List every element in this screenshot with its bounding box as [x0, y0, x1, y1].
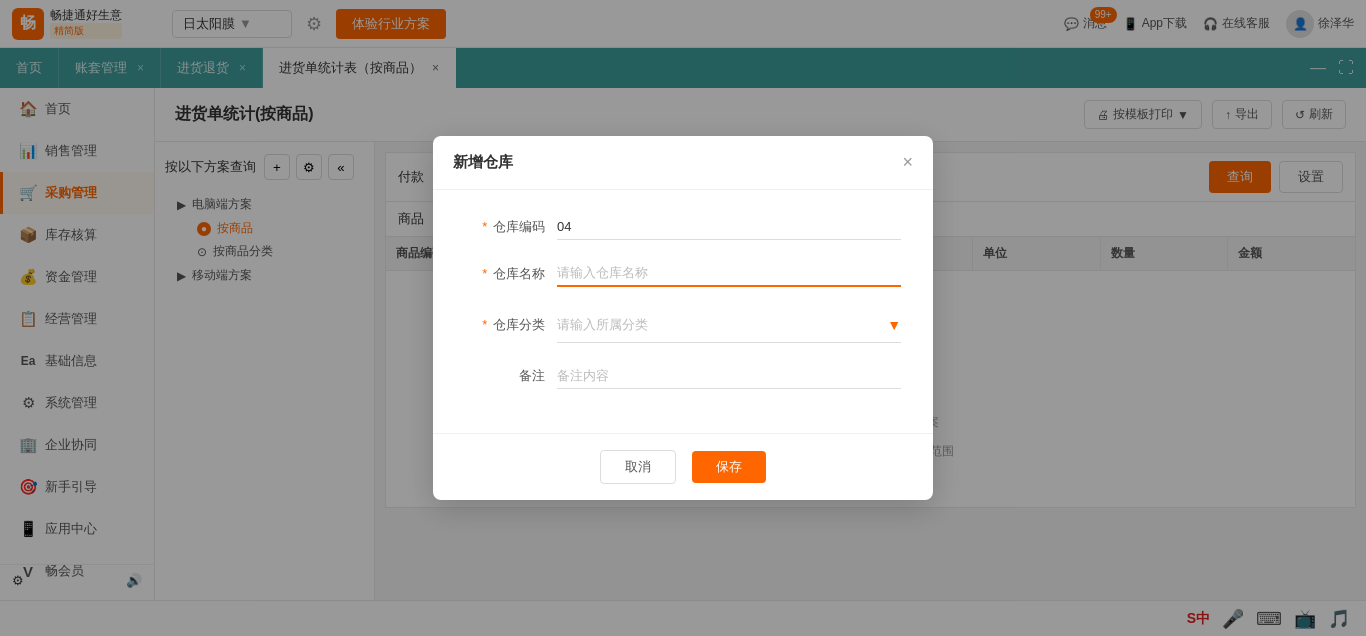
category-label: * 仓库分类 [465, 316, 545, 334]
cancel-button[interactable]: 取消 [600, 450, 676, 484]
category-input[interactable] [557, 312, 887, 337]
name-label: * 仓库名称 [465, 265, 545, 283]
warehouse-code-row: * 仓库编码 [465, 214, 901, 240]
note-label: 备注 [465, 367, 545, 385]
code-label: * 仓库编码 [465, 218, 545, 236]
modal-footer: 取消 保存 [433, 433, 933, 500]
modal-body: * 仓库编码 * 仓库名称 * 仓库分类 [433, 190, 933, 433]
category-select-wrapper[interactable]: ▼ [557, 307, 901, 343]
warehouse-category-row: * 仓库分类 ▼ [465, 307, 901, 343]
close-button[interactable]: × [902, 152, 913, 173]
modal-header: 新增仓库 × [433, 136, 933, 190]
name-input[interactable] [557, 260, 901, 287]
new-warehouse-modal: 新增仓库 × * 仓库编码 * 仓库名称 [433, 136, 933, 500]
modal-title: 新增仓库 [453, 153, 513, 172]
save-button[interactable]: 保存 [692, 451, 766, 483]
modal-overlay: 新增仓库 × * 仓库编码 * 仓库名称 [0, 0, 1366, 636]
warehouse-name-row: * 仓库名称 [465, 260, 901, 287]
code-input[interactable] [557, 214, 901, 240]
note-input[interactable] [557, 363, 901, 389]
chevron-down-icon: ▼ [887, 317, 901, 333]
note-row: 备注 [465, 363, 901, 389]
